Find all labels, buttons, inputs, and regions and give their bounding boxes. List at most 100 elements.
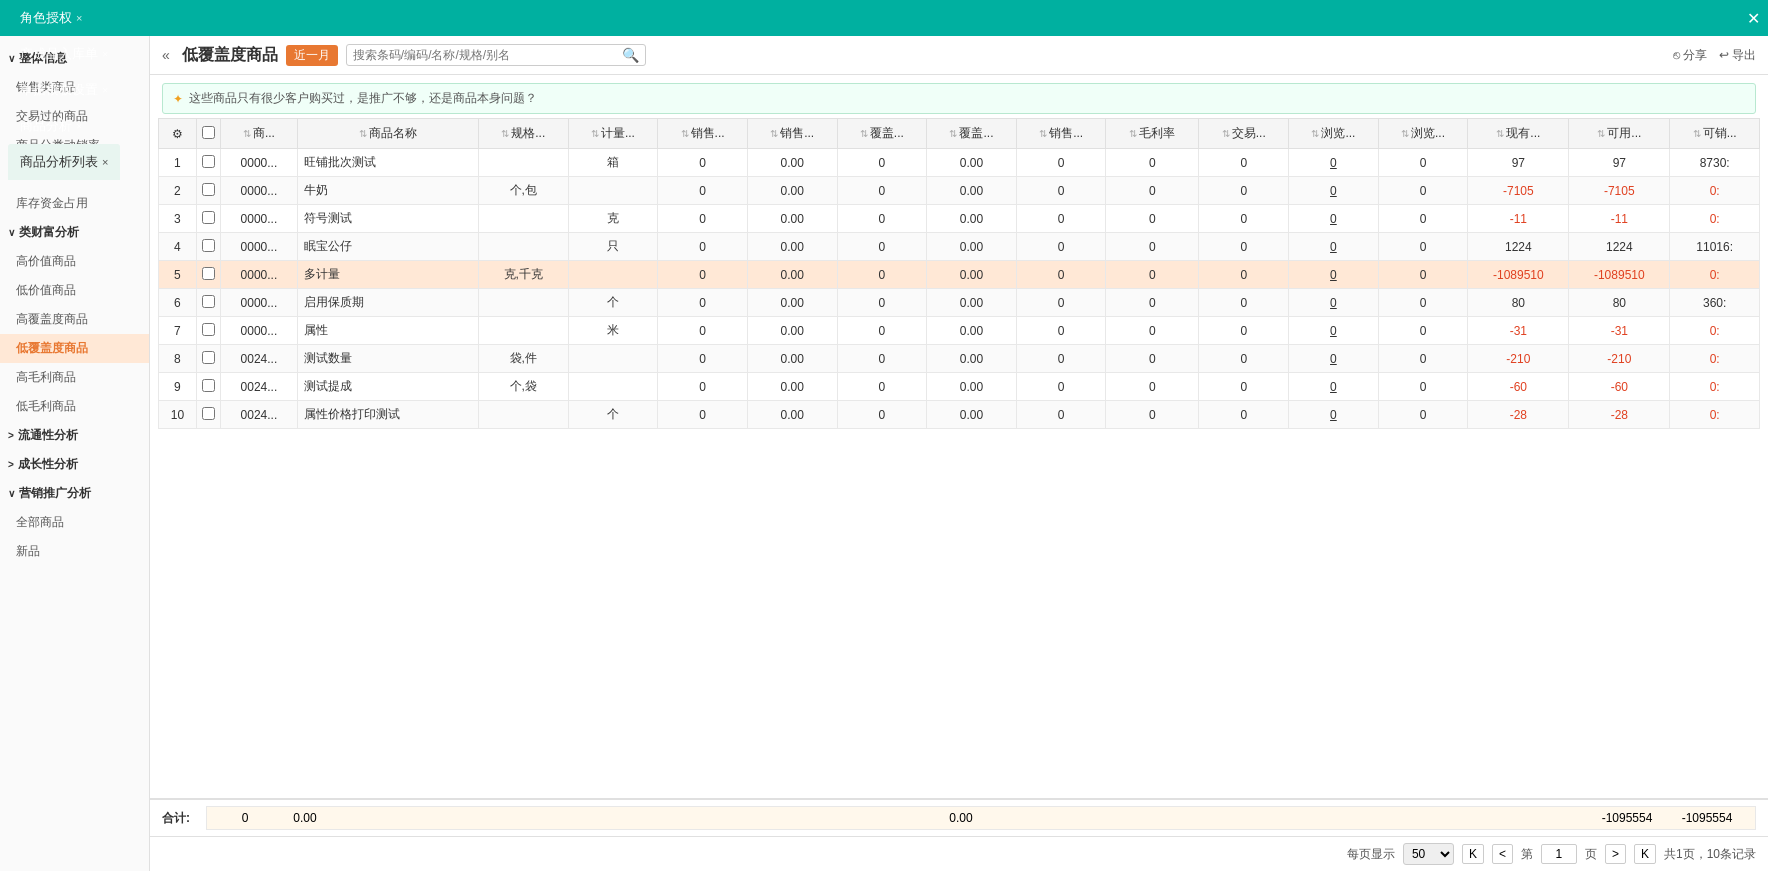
row-checkbox[interactable] (196, 289, 220, 317)
row-cell-12: 0 (1199, 345, 1289, 373)
sidebar-section-4[interactable]: ∨营销推广分析 (0, 479, 149, 508)
select-all-checkbox[interactable] (202, 126, 215, 139)
row-cell-8: 0 (837, 317, 927, 345)
time-filter-button[interactable]: 近一月 (286, 45, 338, 66)
row-cell-15: -60 (1468, 373, 1569, 401)
col-current[interactable]: ⇅现有... (1468, 119, 1569, 149)
sidebar-item-全部商品[interactable]: 全部商品 (0, 508, 149, 537)
row-index[interactable]: 5 (159, 261, 197, 289)
col-available[interactable]: ⇅可用... (1569, 119, 1670, 149)
sidebar-section-1[interactable]: ∨类财富分析 (0, 218, 149, 247)
row-checkbox[interactable] (196, 177, 220, 205)
table-row: 50000...多计量克,千克00.0000.0000000-1089510-1… (159, 261, 1760, 289)
table-row: 70000...属性米00.0000.0000000-31-310: (159, 317, 1760, 345)
col-margin[interactable]: ⇅毛利率 (1106, 119, 1199, 149)
sidebar-item-库存资金占用[interactable]: 库存资金占用 (0, 189, 149, 218)
row-index[interactable]: 9 (159, 373, 197, 401)
nav-tab-产成品入库单[interactable]: 产成品入库单 × (8, 36, 120, 72)
row-index[interactable]: 8 (159, 345, 197, 373)
row-cell-14: 0 (1378, 233, 1468, 261)
nav-tab-商品分析[interactable]: 商品分析 × (8, 108, 120, 144)
table-wrapper[interactable]: ⚙ ⇅商... ⇅商品名称 ⇅规格... ⇅计量... ⇅销售... ⇅销售..… (150, 118, 1768, 798)
col-name[interactable]: ⇅商品名称 (298, 119, 479, 149)
search-input[interactable] (353, 48, 622, 62)
tab-close-icon[interactable]: × (76, 120, 82, 132)
row-cell-5: 米 (568, 317, 658, 345)
sidebar-item-高价值商品[interactable]: 高价值商品 (0, 247, 149, 276)
sidebar-item-低价值商品[interactable]: 低价值商品 (0, 276, 149, 305)
row-cell-11: 0 (1106, 317, 1199, 345)
sidebar-section-2[interactable]: >流通性分析 (0, 421, 149, 450)
col-sales1[interactable]: ⇅销售... (658, 119, 748, 149)
row-checkbox[interactable] (196, 149, 220, 177)
settings-icon[interactable]: ⚙ (172, 127, 183, 141)
app-container: 首页销货单 ×进货单 ×权限设置 ×角色授权 ×产成品入库单 ×单据模板设置 ×… (0, 0, 1768, 871)
col-sales3[interactable]: ⇅销售... (1016, 119, 1106, 149)
sidebar-item-新品[interactable]: 新品 (0, 537, 149, 566)
col-browse1[interactable]: ⇅浏览... (1289, 119, 1379, 149)
content-header: « 低覆盖度商品 近一月 🔍 ⎋ 分享 ↩ 导出 (150, 36, 1768, 75)
row-checkbox[interactable] (196, 401, 220, 429)
col-coverage1[interactable]: ⇅覆盖... (837, 119, 927, 149)
row-cell-9: 0.00 (927, 205, 1017, 233)
row-checkbox[interactable] (196, 317, 220, 345)
sidebar-item-高覆盖度商品[interactable]: 高覆盖度商品 (0, 305, 149, 334)
tab-close-icon[interactable]: × (76, 12, 82, 24)
sidebar-item-高毛利商品[interactable]: 高毛利商品 (0, 363, 149, 392)
footer-c2: 0.00 (931, 811, 991, 825)
row-cell-16: -1089510 (1569, 261, 1670, 289)
row-cell-12: 0 (1199, 317, 1289, 345)
col-coverage2[interactable]: ⇅覆盖... (927, 119, 1017, 149)
row-checkbox[interactable] (196, 233, 220, 261)
tab-close-icon[interactable]: × (102, 84, 108, 96)
settings-col-header[interactable]: ⚙ (159, 119, 197, 149)
row-index[interactable]: 2 (159, 177, 197, 205)
col-code[interactable]: ⇅商... (220, 119, 297, 149)
row-index[interactable]: 4 (159, 233, 197, 261)
share-button[interactable]: ⎋ 分享 (1673, 47, 1707, 64)
content-area: « 低覆盖度商品 近一月 🔍 ⎋ 分享 ↩ 导出 (150, 36, 1768, 871)
checkbox-col-header[interactable] (196, 119, 220, 149)
nav-tab-商品分析列表[interactable]: 商品分析列表 × (8, 144, 120, 180)
tab-close-icon[interactable]: × (102, 156, 108, 168)
sidebar-section-3[interactable]: >成长性分析 (0, 450, 149, 479)
col-unit[interactable]: ⇅计量... (568, 119, 658, 149)
page-input[interactable] (1541, 844, 1577, 864)
row-checkbox[interactable] (196, 373, 220, 401)
col-spec[interactable]: ⇅规格... (478, 119, 568, 149)
first-page-button[interactable]: K (1462, 844, 1484, 864)
sidebar-item-低覆盖度商品[interactable]: 低覆盖度商品 (0, 334, 149, 363)
row-index[interactable]: 7 (159, 317, 197, 345)
col-tx[interactable]: ⇅交易... (1199, 119, 1289, 149)
total-label: 合计: (162, 810, 190, 827)
col-saleable[interactable]: ⇅可销... (1670, 119, 1760, 149)
nav-tab-单据模板设置[interactable]: 单据模板设置 × (8, 72, 120, 108)
export-icon: ↩ (1719, 48, 1729, 62)
row-checkbox[interactable] (196, 261, 220, 289)
row-index[interactable]: 3 (159, 205, 197, 233)
row-cell-12: 0 (1199, 177, 1289, 205)
row-checkbox[interactable] (196, 205, 220, 233)
row-index[interactable]: 1 (159, 149, 197, 177)
sidebar-item-低毛利商品[interactable]: 低毛利商品 (0, 392, 149, 421)
last-page-button[interactable]: K (1634, 844, 1656, 864)
row-checkbox[interactable] (196, 345, 220, 373)
row-cell-2: 0024... (220, 401, 297, 429)
col-sales2[interactable]: ⇅销售... (747, 119, 837, 149)
prev-page-button[interactable]: < (1492, 844, 1513, 864)
next-page-button[interactable]: > (1605, 844, 1626, 864)
row-index[interactable]: 6 (159, 289, 197, 317)
export-button[interactable]: ↩ 导出 (1719, 47, 1756, 64)
row-cell-17: 0: (1670, 317, 1760, 345)
nav-tab-角色授权[interactable]: 角色授权 × (8, 0, 120, 36)
section-label: 成长性分析 (18, 456, 78, 473)
page-size-select[interactable]: 50 20 100 (1403, 843, 1454, 865)
section-arrow-icon: ∨ (8, 488, 15, 499)
tab-close-icon[interactable]: × (102, 48, 108, 60)
col-browse2[interactable]: ⇅浏览... (1378, 119, 1468, 149)
row-index[interactable]: 10 (159, 401, 197, 429)
row-product-name: 测试数量 (298, 345, 479, 373)
collapse-sidebar-button[interactable]: « (162, 47, 170, 63)
row-cell-13: 0 (1289, 205, 1379, 233)
close-app-button[interactable]: ✕ (1747, 9, 1760, 28)
